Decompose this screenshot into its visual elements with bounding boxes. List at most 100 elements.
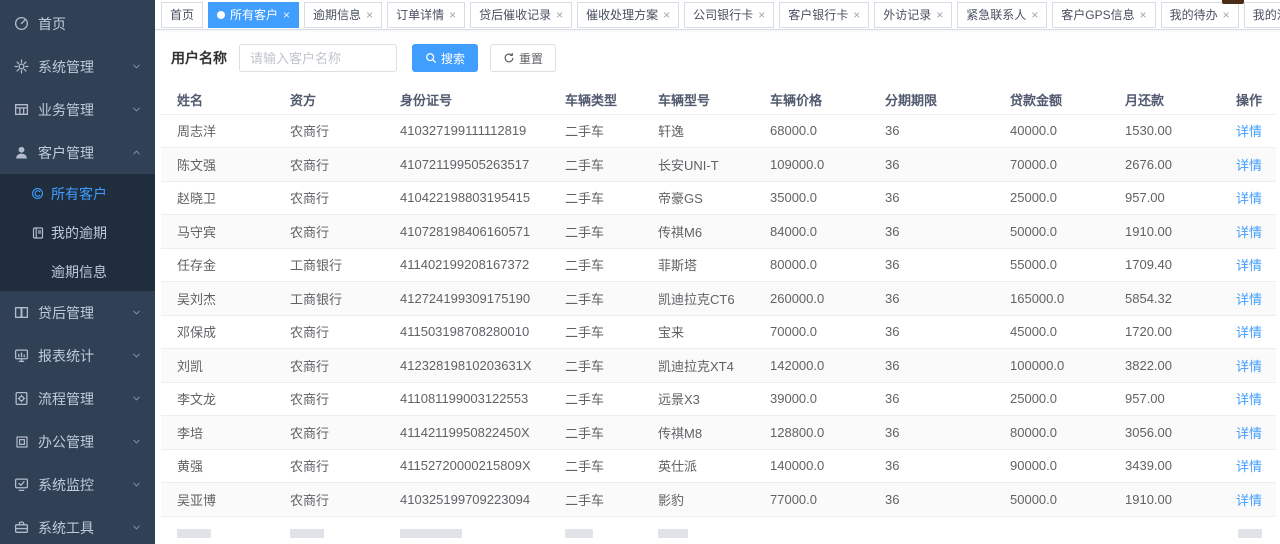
sidebar-item-5[interactable]: 报表统计 — [0, 334, 155, 377]
tab-label: 我的流程 — [1253, 6, 1280, 23]
sidebar-item-4[interactable]: 贷后管理 — [0, 291, 155, 334]
close-icon[interactable]: × — [283, 9, 290, 21]
circle-c-icon — [30, 186, 45, 201]
sidebar-subitem-2[interactable]: 逾期信息 — [0, 252, 155, 291]
cell-0: 李培 — [161, 416, 274, 450]
close-icon[interactable]: × — [1140, 9, 1147, 21]
cell-4: 传祺M8 — [642, 416, 754, 450]
cell-0: 刘凯 — [161, 349, 274, 383]
detail-link[interactable]: 详情 — [1236, 426, 1262, 441]
tab-label: 我的待办 — [1170, 6, 1218, 23]
sidebar-item-3[interactable]: 客户管理 — [0, 131, 155, 174]
cell-8: 1709.40 — [1109, 248, 1229, 282]
cell-2: 412724199309175190 — [384, 282, 549, 316]
sidebar-item-8[interactable]: 系统监控 — [0, 463, 155, 506]
close-icon[interactable]: × — [936, 9, 943, 21]
cell-7: 100000.0 — [994, 349, 1109, 383]
cell-2: 41232819810203631X — [384, 349, 549, 383]
cell-6: 36 — [869, 382, 994, 416]
tab-9[interactable]: 紧急联系人× — [957, 2, 1047, 28]
tab-11[interactable]: 我的待办 × — [1161, 2, 1239, 28]
avatar[interactable] — [1222, 0, 1244, 4]
detail-link[interactable]: 详情 — [1236, 191, 1262, 206]
cell-8: 2676.00 — [1109, 148, 1229, 182]
sidebar-item-0[interactable]: 首页 — [0, 2, 155, 45]
detail-link[interactable]: 详情 — [1236, 124, 1262, 139]
cell-1: 农商行 — [274, 181, 384, 215]
tab-1[interactable]: 所有客户× — [208, 2, 299, 28]
detail-link[interactable]: 详情 — [1236, 459, 1262, 474]
column-header-7: 贷款金额 — [994, 86, 1109, 114]
tab-5[interactable]: 催收处理方案× — [577, 2, 679, 28]
cell-3: 二手车 — [549, 114, 642, 148]
cell-1: 农商行 — [274, 215, 384, 249]
close-icon[interactable]: × — [449, 9, 456, 21]
tab-2[interactable]: 逾期信息× — [304, 2, 382, 28]
close-icon[interactable]: × — [853, 9, 860, 21]
detail-link[interactable]: 详情 — [1236, 493, 1262, 508]
tab-4[interactable]: 贷后催收记录× — [470, 2, 572, 28]
cell-1: 农商行 — [274, 349, 384, 383]
sidebar-item-6[interactable]: 流程管理 — [0, 377, 155, 420]
cell-4: 帝豪GS — [642, 181, 754, 215]
column-header-4: 车辆型号 — [642, 86, 754, 114]
close-icon[interactable]: × — [1223, 9, 1230, 21]
cell-2: 410422198803195415 — [384, 181, 549, 215]
tab-7[interactable]: 客户银行卡× — [779, 2, 869, 28]
cell-2: 411503198708280010 — [384, 315, 549, 349]
table-row: 李培农商行41142119950822450X二手车传祺M8128800.036… — [161, 416, 1276, 450]
table-row: 任存金工商银行411402199208167372二手车菲斯塔80000.036… — [161, 248, 1276, 282]
sidebar-subitem-label: 逾期信息 — [51, 262, 107, 282]
detail-link[interactable]: 详情 — [1236, 392, 1262, 407]
cell-3: 二手车 — [549, 148, 642, 182]
tab-0[interactable]: 首页 — [161, 2, 203, 28]
cell-0: 赵晓卫 — [161, 181, 274, 215]
sidebar-item-2[interactable]: 业务管理 — [0, 88, 155, 131]
reset-button[interactable]: 重置 — [490, 44, 556, 72]
sidebar-item-label: 系统监控 — [38, 475, 94, 495]
sidebar-item-9[interactable]: 系统工具 — [0, 506, 155, 544]
cell-8: 3056.00 — [1109, 416, 1229, 450]
cell-5: 142000.0 — [754, 349, 869, 383]
cell-8: 1530.00 — [1109, 114, 1229, 148]
detail-link[interactable]: 详情 — [1236, 292, 1262, 307]
search-button[interactable]: 搜索 — [412, 44, 478, 72]
tab-8[interactable]: 外访记录× — [874, 2, 952, 28]
cell-5: 77000.0 — [754, 483, 869, 517]
detail-link[interactable]: 详情 — [1236, 258, 1262, 273]
search-input[interactable] — [239, 44, 397, 72]
tab-12[interactable]: 我的流程× — [1244, 2, 1280, 28]
close-icon[interactable]: × — [556, 9, 563, 21]
detail-link[interactable]: 详情 — [1236, 225, 1262, 240]
close-icon[interactable]: × — [1031, 9, 1038, 21]
tab-6[interactable]: 公司银行卡× — [684, 2, 774, 28]
office-icon — [14, 434, 29, 449]
close-icon[interactable]: × — [366, 9, 373, 21]
cell-3: 二手车 — [549, 181, 642, 215]
table-header-row: 姓名资方身份证号车辆类型车辆型号车辆价格分期期限贷款金额月还款操作 — [161, 86, 1276, 114]
sidebar-subitem-1[interactable]: 我的逾期 — [0, 213, 155, 252]
cell-3 — [549, 516, 642, 544]
detail-link[interactable]: 详情 — [1236, 325, 1262, 340]
tab-3[interactable]: 订单详情× — [387, 2, 465, 28]
table-row: 周志洋农商行410327199111112819二手车轩逸68000.03640… — [161, 114, 1276, 148]
tab-10[interactable]: 客户GPS信息× — [1052, 2, 1155, 28]
cell-4: 远景X3 — [642, 382, 754, 416]
cell-3: 二手车 — [549, 483, 642, 517]
detail-link[interactable]: 详情 — [1236, 359, 1262, 374]
cell-7: 40000.0 — [994, 114, 1109, 148]
cell-0: 吴亚博 — [161, 483, 274, 517]
sidebar-item-1[interactable]: 系统管理 — [0, 45, 155, 88]
sidebar-subitem-0[interactable]: 所有客户 — [0, 174, 155, 213]
cell-7: 45000.0 — [994, 315, 1109, 349]
close-icon[interactable]: × — [758, 9, 765, 21]
cell-3: 二手车 — [549, 215, 642, 249]
app-window: 首页系统管理业务管理客户管理所有客户我的逾期逾期信息贷后管理报表统计流程管理办公… — [0, 0, 1280, 544]
close-icon[interactable]: × — [663, 9, 670, 21]
sidebar-item-7[interactable]: 办公管理 — [0, 420, 155, 463]
detail-link[interactable]: 详情 — [1236, 158, 1262, 173]
clipped-text — [1238, 529, 1262, 538]
grid-icon — [14, 102, 29, 117]
cell-3: 二手车 — [549, 282, 642, 316]
cell-2: 410325199709223094 — [384, 483, 549, 517]
